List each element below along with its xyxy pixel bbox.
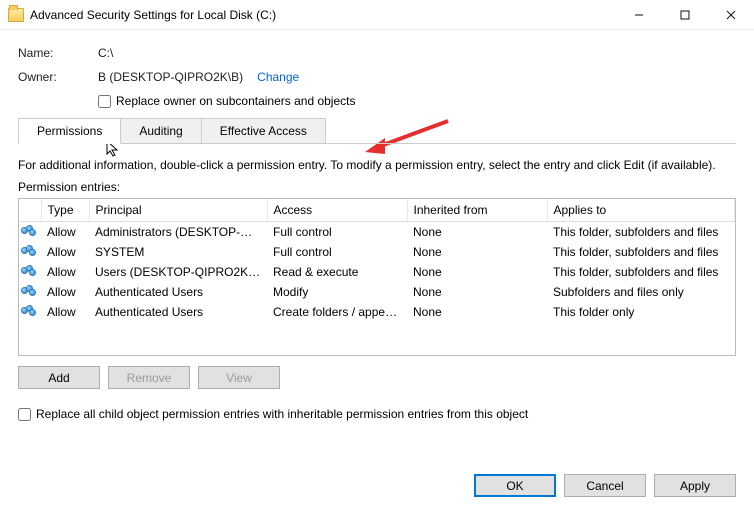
- table-row[interactable]: AllowAuthenticated UsersCreate folders /…: [19, 302, 735, 322]
- cell-type: Allow: [41, 282, 89, 302]
- col-applies[interactable]: Applies to: [547, 199, 735, 222]
- view-button[interactable]: View: [198, 366, 280, 389]
- col-inherited[interactable]: Inherited from: [407, 199, 547, 222]
- close-button[interactable]: [708, 0, 754, 29]
- col-access[interactable]: Access: [267, 199, 407, 222]
- table-row[interactable]: AllowUsers (DESKTOP-QIPRO2K\Us...Read & …: [19, 262, 735, 282]
- cell-type: Allow: [41, 262, 89, 282]
- window-title: Advanced Security Settings for Local Dis…: [30, 8, 616, 22]
- cell-access: Create folders / appen...: [267, 302, 407, 322]
- col-icon[interactable]: [19, 199, 41, 222]
- tab-bar: Permissions Auditing Effective Access: [18, 118, 736, 144]
- cell-applies: This folder only: [547, 302, 735, 322]
- cell-access: Modify: [267, 282, 407, 302]
- cell-access: Read & execute: [267, 262, 407, 282]
- cell-applies: This folder, subfolders and files: [547, 222, 735, 243]
- folder-icon: [8, 8, 24, 22]
- group-icon: [19, 302, 41, 322]
- group-icon: [19, 242, 41, 262]
- name-value: C:\: [98, 46, 113, 60]
- maximize-button[interactable]: [662, 0, 708, 29]
- col-type[interactable]: Type: [41, 199, 89, 222]
- table-row[interactable]: AllowAuthenticated UsersModifyNoneSubfol…: [19, 282, 735, 302]
- cell-inherited: None: [407, 222, 547, 243]
- titlebar: Advanced Security Settings for Local Dis…: [0, 0, 754, 30]
- cell-access: Full control: [267, 242, 407, 262]
- cell-inherited: None: [407, 302, 547, 322]
- cell-principal: Users (DESKTOP-QIPRO2K\Us...: [89, 262, 267, 282]
- entries-label: Permission entries:: [18, 180, 736, 194]
- replace-owner-checkbox[interactable]: [98, 95, 111, 108]
- replace-owner-label: Replace owner on subcontainers and objec…: [116, 94, 355, 108]
- cell-type: Allow: [41, 242, 89, 262]
- cell-applies: This folder, subfolders and files: [547, 242, 735, 262]
- change-owner-link[interactable]: Change: [257, 70, 299, 84]
- cancel-button[interactable]: Cancel: [564, 474, 646, 497]
- cell-applies: This folder, subfolders and files: [547, 262, 735, 282]
- minimize-button[interactable]: [616, 0, 662, 29]
- replace-all-row: Replace all child object permission entr…: [18, 407, 736, 421]
- cell-principal: Authenticated Users: [89, 302, 267, 322]
- ok-button[interactable]: OK: [474, 474, 556, 497]
- cell-inherited: None: [407, 282, 547, 302]
- group-icon: [19, 222, 41, 243]
- cell-principal: Authenticated Users: [89, 282, 267, 302]
- cell-access: Full control: [267, 222, 407, 243]
- cell-inherited: None: [407, 242, 547, 262]
- name-row: Name: C:\: [18, 46, 736, 60]
- tab-underline: [18, 143, 736, 144]
- info-text: For additional information, double-click…: [18, 158, 736, 172]
- group-icon: [19, 282, 41, 302]
- tab-permissions[interactable]: Permissions: [18, 118, 121, 144]
- cell-type: Allow: [41, 302, 89, 322]
- owner-value: B (DESKTOP-QIPRO2K\B): [98, 70, 243, 84]
- add-button[interactable]: Add: [18, 366, 100, 389]
- entry-buttons: Add Remove View: [18, 366, 736, 389]
- table-row[interactable]: AllowAdministrators (DESKTOP-QIP...Full …: [19, 222, 735, 243]
- replace-all-checkbox[interactable]: [18, 408, 31, 421]
- permissions-table[interactable]: Type Principal Access Inherited from App…: [18, 198, 736, 356]
- owner-row: Owner: B (DESKTOP-QIPRO2K\B) Change: [18, 70, 736, 84]
- table-header-row: Type Principal Access Inherited from App…: [19, 199, 735, 222]
- col-principal[interactable]: Principal: [89, 199, 267, 222]
- remove-button[interactable]: Remove: [108, 366, 190, 389]
- content-area: Name: C:\ Owner: B (DESKTOP-QIPRO2K\B) C…: [0, 30, 754, 431]
- dialog-footer: OK Cancel Apply: [474, 474, 736, 497]
- cell-principal: SYSTEM: [89, 242, 267, 262]
- cell-applies: Subfolders and files only: [547, 282, 735, 302]
- group-icon: [19, 262, 41, 282]
- table-row[interactable]: AllowSYSTEMFull controlNoneThis folder, …: [19, 242, 735, 262]
- window-controls: [616, 0, 754, 29]
- cell-type: Allow: [41, 222, 89, 243]
- name-label: Name:: [18, 46, 98, 60]
- tab-effective-access[interactable]: Effective Access: [201, 118, 326, 144]
- cell-principal: Administrators (DESKTOP-QIP...: [89, 222, 267, 243]
- tab-auditing[interactable]: Auditing: [120, 118, 201, 144]
- cell-inherited: None: [407, 262, 547, 282]
- owner-label: Owner:: [18, 70, 98, 84]
- apply-button[interactable]: Apply: [654, 474, 736, 497]
- replace-owner-row: Replace owner on subcontainers and objec…: [98, 94, 736, 108]
- replace-all-label: Replace all child object permission entr…: [36, 407, 528, 421]
